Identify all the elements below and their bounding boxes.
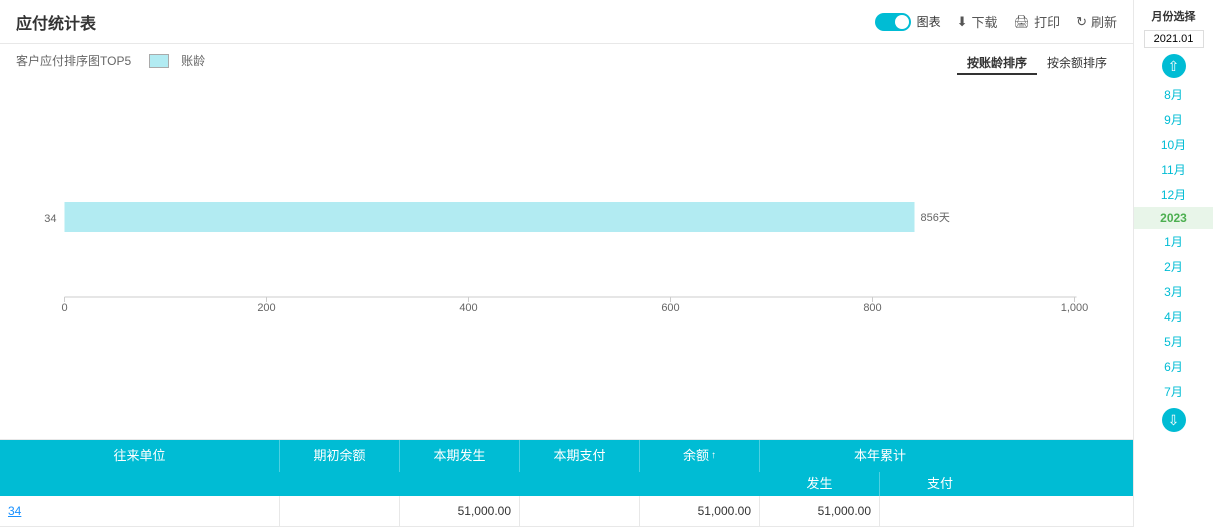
th-current-pay: 本期支付	[520, 440, 640, 472]
sidebar-month-9[interactable]: 9月	[1134, 107, 1213, 132]
th-ytd-occur: 发生	[760, 472, 880, 496]
sort-buttons: 按账龄排序 按余额排序	[957, 52, 1117, 75]
unit-link[interactable]: 34	[8, 504, 21, 518]
svg-text:200: 200	[257, 302, 275, 314]
toggle-label: 图表	[917, 13, 941, 30]
refresh-label: 刷新	[1091, 12, 1117, 31]
bar-end-label: 856天	[921, 212, 950, 224]
table-header-row2: 发生 支付	[0, 472, 1133, 496]
sidebar-up-button[interactable]: ⇧	[1162, 54, 1186, 78]
table-row: 34 51,000.00 51,000.00 51,000.00	[0, 496, 1133, 527]
sidebar-year-2023: 2023	[1134, 207, 1213, 229]
th-opening-balance: 期初余额	[280, 440, 400, 472]
print-icon: 🖨	[1014, 14, 1031, 30]
refresh-icon: ↻	[1076, 14, 1087, 30]
td-ytd-pay	[880, 496, 1000, 526]
svg-text:600: 600	[661, 302, 679, 314]
download-button[interactable]: ⬇ 下载	[957, 12, 998, 31]
chart-toggle-wrap: 图表	[875, 13, 941, 31]
print-label: 打印	[1034, 12, 1060, 31]
svg-text:1,000: 1,000	[1061, 302, 1089, 314]
download-label: 下载	[972, 12, 998, 31]
th-ytd-pay: 支付	[880, 472, 1000, 496]
sidebar-month-10[interactable]: 10月	[1134, 132, 1213, 157]
legend-color-label: 账龄	[181, 52, 205, 69]
td-current-occur: 51,000.00	[400, 496, 520, 526]
sidebar-down-button[interactable]: ⇩	[1162, 408, 1186, 432]
td-ytd-occur: 51,000.00	[760, 496, 880, 526]
th-current-occur: 本期发生	[400, 440, 520, 472]
chart-bar	[65, 202, 915, 232]
page-title: 应付统计表	[16, 10, 96, 34]
page-header: 应付统计表 图表 ⬇ 下载 🖨 打印 ↻ 刷新	[0, 0, 1133, 44]
svg-text:0: 0	[61, 302, 67, 314]
th-ytd: 本年累计	[760, 440, 1000, 472]
sidebar-month-8[interactable]: 8月	[1134, 82, 1213, 107]
td-unit: 34	[0, 496, 280, 526]
svg-text:400: 400	[459, 302, 477, 314]
table-area: 往来单位 期初余额 本期发生 本期支付 余额 ↑ 本年累计 发生 支付 34	[0, 440, 1133, 527]
sort-by-balance-button[interactable]: 按余额排序	[1037, 52, 1117, 75]
table-header-row1: 往来单位 期初余额 本期发生 本期支付 余额 ↑ 本年累计	[0, 440, 1133, 472]
sidebar-month-7[interactable]: 7月	[1134, 379, 1213, 404]
bar-chart-svg: 34 856天 0 200 400 600 800 1,000	[16, 77, 1117, 357]
svg-text:800: 800	[863, 302, 881, 314]
sidebar-month-4[interactable]: 4月	[1134, 304, 1213, 329]
sidebar-month-5[interactable]: 5月	[1134, 329, 1213, 354]
download-icon: ⬇	[957, 14, 968, 30]
sidebar-month-12[interactable]: 12月	[1134, 182, 1213, 207]
sidebar-month-11[interactable]: 11月	[1134, 157, 1213, 182]
legend-title: 客户应付排序图TOP5	[16, 52, 131, 69]
sidebar-month-3[interactable]: 3月	[1134, 279, 1213, 304]
header-actions: 图表 ⬇ 下载 🖨 打印 ↻ 刷新	[875, 12, 1117, 31]
refresh-button[interactable]: ↻ 刷新	[1076, 12, 1117, 31]
chart-toggle[interactable]	[875, 13, 911, 31]
sidebar-month-2[interactable]: 2月	[1134, 254, 1213, 279]
td-opening-balance	[280, 496, 400, 526]
y-axis-label: 34	[44, 213, 56, 225]
chart-area: 客户应付排序图TOP5 账龄 按账龄排序 按余额排序 34 856天	[0, 44, 1133, 440]
right-sidebar: 月份选择 ⇧ 8月 9月 10月 11月 12月 2023 1月 2月 3月 4…	[1133, 0, 1213, 527]
year-input[interactable]	[1144, 30, 1204, 48]
balance-sort-icon[interactable]: ↑	[711, 440, 716, 472]
sort-by-amount-button[interactable]: 按账龄排序	[957, 52, 1037, 75]
td-balance: 51,000.00	[640, 496, 760, 526]
legend-color-box	[149, 54, 169, 68]
th-from-unit: 往来单位	[0, 440, 280, 472]
th-balance: 余额 ↑	[640, 440, 760, 472]
sidebar-month-6[interactable]: 6月	[1134, 354, 1213, 379]
chart-legend: 客户应付排序图TOP5 账龄	[16, 52, 1117, 69]
print-button[interactable]: 🖨 打印	[1014, 12, 1061, 31]
td-current-pay	[520, 496, 640, 526]
sidebar-title: 月份选择	[1152, 4, 1196, 28]
sidebar-month-1[interactable]: 1月	[1134, 229, 1213, 254]
chart-container: 34 856天 0 200 400 600 800 1,000	[16, 77, 1117, 367]
